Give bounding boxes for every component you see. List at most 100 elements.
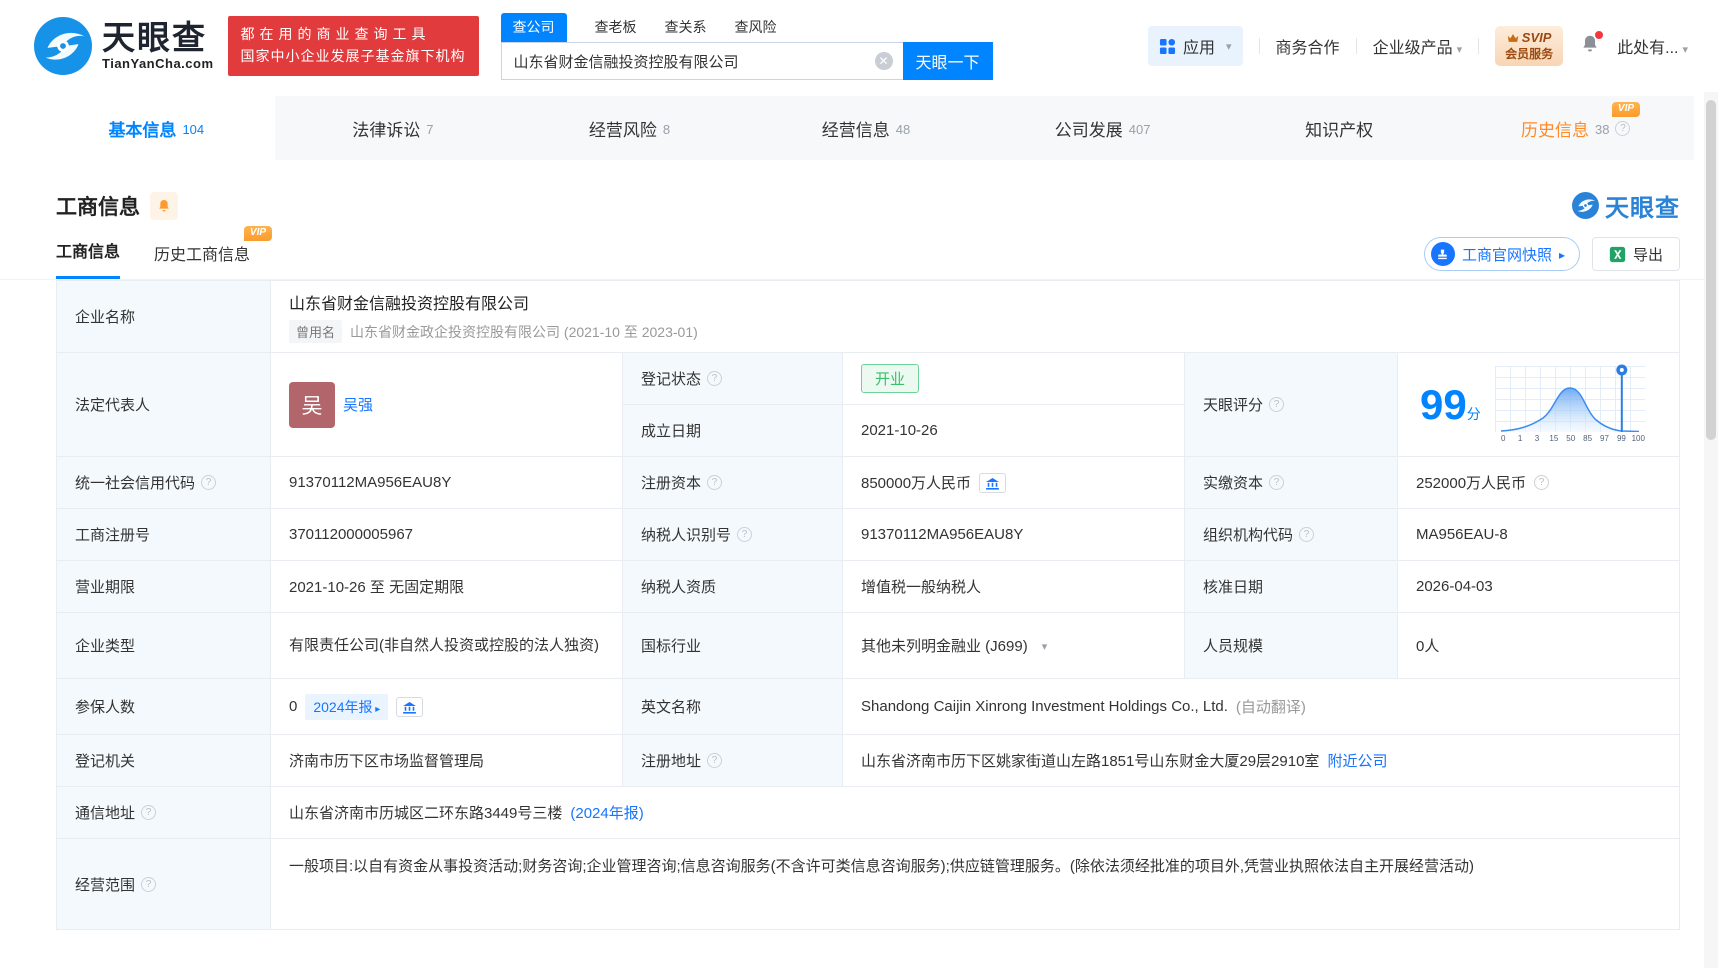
business-term-label-cell: 营业期限 [57, 561, 271, 612]
divider [1258, 38, 1260, 54]
svip-member-button[interactable]: SVIP 会员服务 [1495, 26, 1564, 66]
approval-date-cell: 2026-04-03 [1416, 578, 1493, 595]
vertical-scrollbar[interactable] [1704, 92, 1718, 968]
help-icon[interactable] [1269, 475, 1285, 490]
help-icon[interactable] [707, 753, 723, 768]
help-icon[interactable] [201, 475, 217, 490]
tab-basic-info[interactable]: 基本信息 104 [38, 96, 275, 160]
clear-search-icon[interactable]: ✕ [874, 52, 893, 70]
notification-red-dot [1595, 30, 1604, 39]
tab-legal-proceedings[interactable]: 法律诉讼 7 [275, 96, 512, 160]
company-type-cell: 有限责任公司(非自然人投资或控股的法人独资) [271, 613, 623, 678]
grid-apps-icon [1159, 38, 1176, 54]
bank-icon [986, 477, 999, 490]
company-name-label: 企业名称 [57, 281, 271, 352]
nav-enterprise-products[interactable]: 企业级产品 [1373, 34, 1463, 58]
search-input-wrap: ✕ [500, 42, 903, 80]
reg-capital-cell: 850000万人民币 [843, 457, 1185, 508]
help-icon[interactable] [707, 475, 723, 490]
scrollbar-thumb[interactable] [1706, 100, 1716, 440]
export-button[interactable]: 导出 [1591, 237, 1680, 271]
help-icon[interactable] [737, 527, 753, 542]
subtab-business-info[interactable]: 工商信息 [56, 238, 121, 279]
nav-business-cooperation[interactable]: 商务合作 [1276, 34, 1340, 58]
reg-authority-cell: 济南市历下区市场监督管理局 [271, 735, 623, 786]
search-tab-company[interactable]: 查公司 [500, 13, 567, 42]
paid-capital-label-cell: 实缴资本 [1185, 457, 1398, 508]
english-name-label-cell: 英文名称 [623, 679, 843, 734]
business-term-cell: 2021-10-26 至 无固定期限 [271, 561, 623, 612]
svip-line2: 会员服务 [1505, 47, 1554, 61]
tab-operating-risk[interactable]: 经营风险 8 [511, 96, 748, 160]
reg-address-cell: 山东省济南市历下区姚家街道山左路1851号山东财金大厦29层2910室 附近公司 [843, 735, 1679, 786]
industry-label-cell: 国标行业 [623, 613, 843, 678]
company-type-label-cell: 企业类型 [57, 613, 271, 678]
subtab-history-business-info[interactable]: VIP 历史工商信息 [154, 226, 273, 279]
table-row-business-scope: 经营范围 一般项目:以自有资金从事投资活动;财务咨询;企业管理咨询;信息咨询服务… [57, 839, 1679, 929]
top-header: 天眼查 TianYanCha.com 都在用的商业查询工具 国家中小企业发展子基… [0, 0, 1718, 92]
tab-history-info[interactable]: VIP 历史信息 38 [1457, 96, 1694, 160]
tyc-score-cell: 99分 0 1 3 15 50 85 97 99 100 [1398, 353, 1679, 456]
score-distribution-chart: 0 1 3 15 50 85 97 99 100 [1494, 364, 1647, 443]
search-tab-relation[interactable]: 查关系 [665, 17, 707, 42]
insured-count-label-cell: 参保人数 [57, 679, 271, 734]
monitor-bell-button[interactable] [150, 191, 178, 220]
help-icon[interactable] [1269, 397, 1285, 412]
help-icon[interactable] [141, 876, 157, 892]
help-icon[interactable] [1615, 120, 1631, 136]
brand-domain: TianYanCha.com [102, 55, 214, 71]
main-tabstrip: 基本信息 104 法律诉讼 7 经营风险 8 经营信息 48 公司发展 407 知识产权 … [38, 96, 1694, 160]
promo-banner: 都在用的商业查询工具 国家中小企业发展子基金旗下机构 [227, 16, 479, 76]
nearby-companies-link[interactable]: 附近公司 [1327, 750, 1387, 771]
table-row-legal-rep: 法定代表人 吴 吴强 登记状态 开业 成立日期 [57, 353, 1679, 457]
table-row-credit-code: 统一社会信用代码 91370112MA956EAU8Y 注册资本 850000万… [57, 457, 1679, 509]
search-input[interactable] [501, 52, 903, 70]
establish-date-label-cell: 成立日期 [623, 405, 843, 456]
annual-report-2024-link[interactable]: (2024年报) [570, 802, 643, 823]
chevron-down-icon[interactable] [1036, 637, 1048, 654]
table-row-reg-number: 工商注册号 370112000005967 纳税人识别号 91370112MA9… [57, 509, 1679, 561]
reg-status-cell: 开业 [843, 353, 1184, 404]
annual-report-2024-link[interactable]: 2024年报 [305, 693, 389, 720]
help-icon[interactable] [1534, 475, 1550, 490]
legal-rep-label: 法定代表人 [57, 353, 271, 456]
credit-code-label-cell: 统一社会信用代码 [57, 457, 271, 508]
reg-number-cell: 370112000005967 [271, 509, 623, 560]
section-title: 工商信息 [56, 195, 140, 219]
official-snapshot-button[interactable]: 工商官网快照 [1423, 237, 1580, 271]
status-date-cells: 登记状态 开业 成立日期 2021-10-26 [623, 353, 1185, 456]
taxpayer-quality-label-cell: 纳税人资质 [623, 561, 843, 612]
search-submit-button[interactable]: 天眼一下 [902, 42, 993, 80]
help-icon[interactable] [1299, 527, 1315, 542]
tab-operating-info[interactable]: 经营信息 48 [748, 96, 985, 160]
mail-address-label-cell: 通信地址 [57, 787, 271, 838]
user-menu[interactable]: 此处有... [1617, 34, 1688, 58]
tab-intellectual-property[interactable]: 知识产权 [1221, 96, 1458, 160]
vip-badge: VIP [243, 226, 273, 241]
notification-bell-button[interactable] [1579, 30, 1604, 60]
section-head: 工商信息 天眼查 [0, 160, 1718, 223]
tianyancha-logo[interactable]: 天眼查 TianYanCha.com [34, 17, 214, 75]
insured-history-button[interactable] [396, 696, 424, 717]
help-icon[interactable] [707, 371, 723, 386]
apps-label: 应用 [1183, 40, 1216, 57]
search-tab-risk[interactable]: 查风险 [735, 17, 777, 42]
tab-company-development[interactable]: 公司发展 407 [984, 96, 1221, 160]
legal-rep-name-link[interactable]: 吴强 [343, 394, 373, 415]
legal-rep-avatar[interactable]: 吴 [289, 381, 335, 428]
search-tab-boss[interactable]: 查老板 [595, 17, 637, 42]
staff-size-label-cell: 人员规模 [1185, 613, 1398, 678]
apps-menu-button[interactable]: 应用 [1148, 26, 1243, 66]
help-icon[interactable] [141, 805, 157, 820]
former-name-badge: 曾用名 [289, 320, 343, 343]
promo-line2: 国家中小企业发展子基金旗下机构 [240, 48, 466, 64]
staff-size-cell: 0人 [1416, 638, 1440, 655]
vip-badge: VIP [1611, 102, 1641, 117]
page: 天眼查 TianYanCha.com 都在用的商业查询工具 国家中小企业发展子基… [0, 0, 1718, 968]
capital-history-button[interactable] [979, 472, 1007, 493]
auto-translate-note: (自动翻译) [1235, 699, 1306, 716]
tyc-score-label-cell: 天眼评分 [1185, 353, 1398, 456]
crown-icon [1507, 33, 1518, 42]
former-name-value: 山东省财金政企投资控股有限公司 (2021-10 至 2023-01) [350, 323, 698, 340]
table-row-business-term: 营业期限 2021-10-26 至 无固定期限 纳税人资质 增值税一般纳税人 核… [57, 561, 1679, 613]
